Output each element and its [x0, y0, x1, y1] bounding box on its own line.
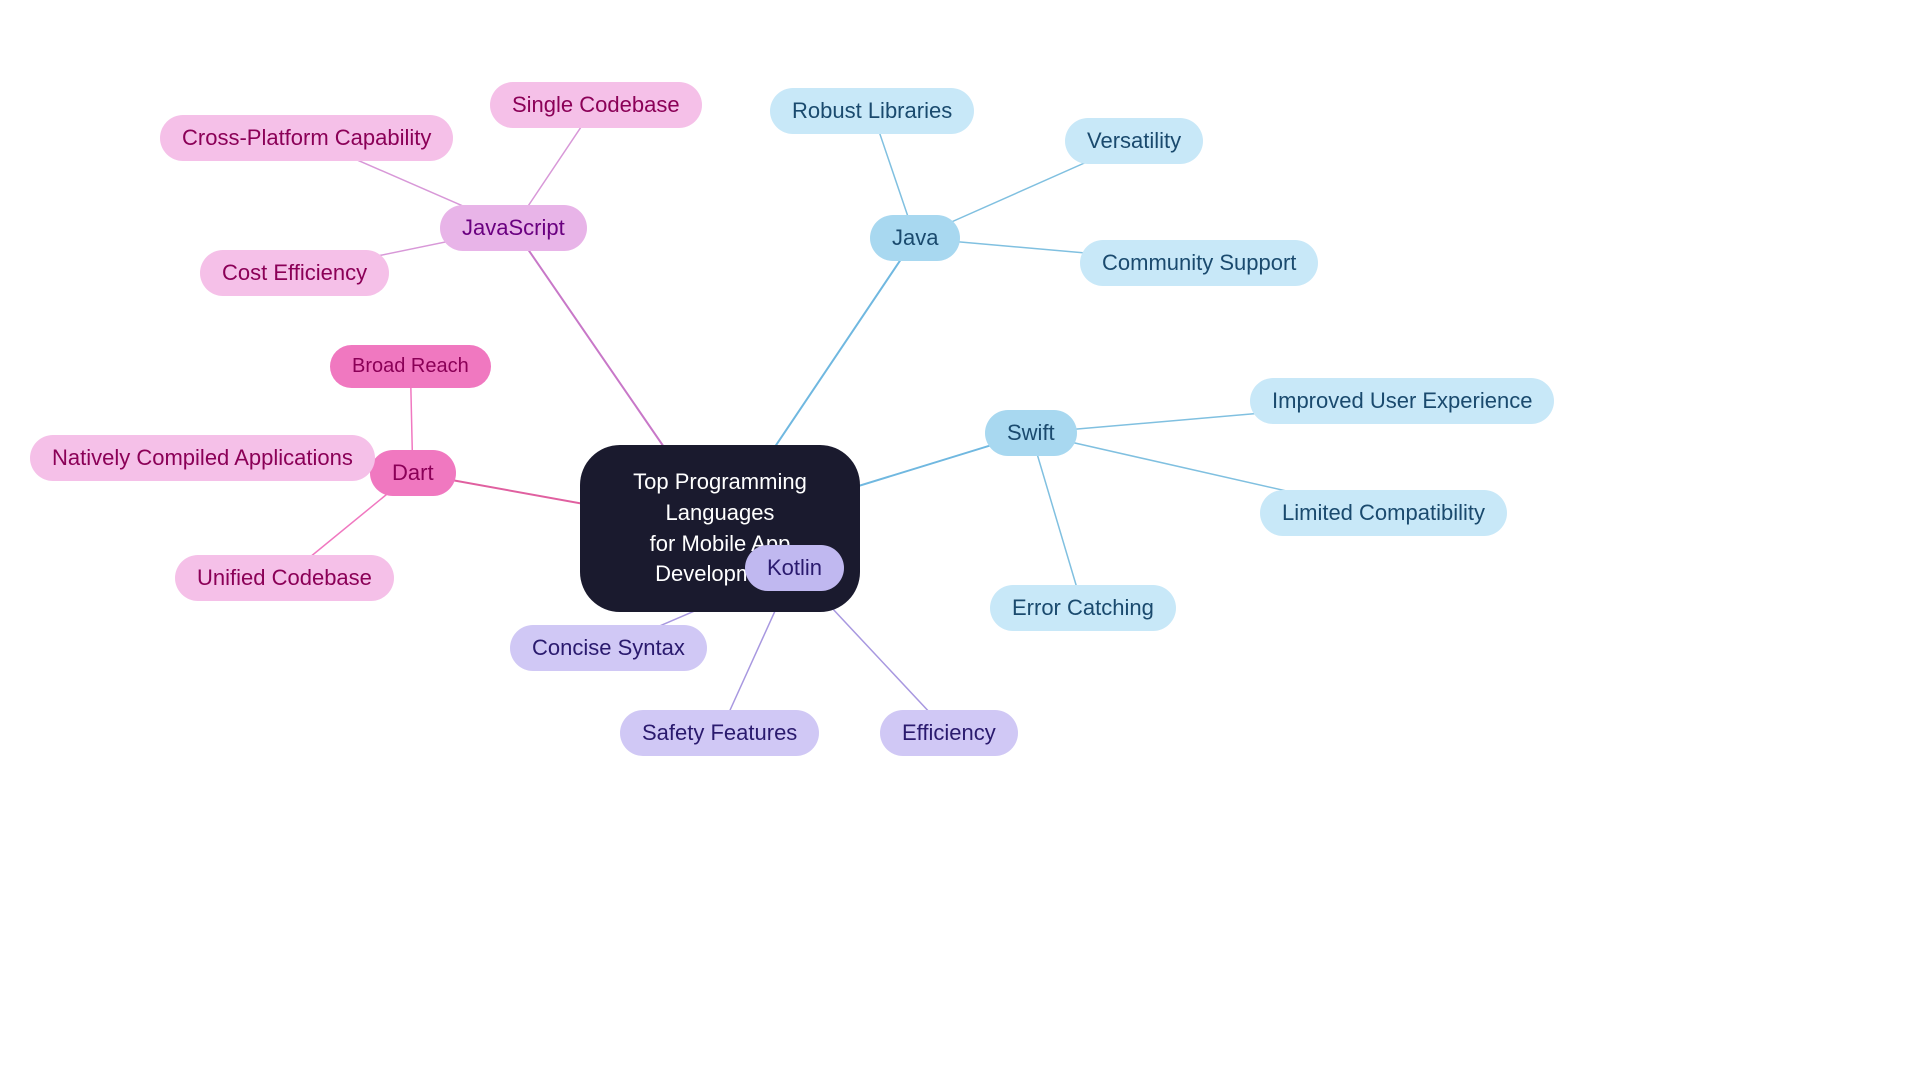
node-improved-ux: Improved User Experience [1250, 378, 1554, 424]
node-java: Java [870, 215, 960, 261]
node-broad-reach: Broad Reach [330, 345, 491, 388]
swift-label: Swift [1007, 420, 1055, 446]
node-dart: Dart [370, 450, 456, 496]
node-javascript: JavaScript [440, 205, 587, 251]
improved-ux-label: Improved User Experience [1272, 388, 1532, 414]
node-safety-features: Safety Features [620, 710, 819, 756]
node-cost-efficiency: Cost Efficiency [200, 250, 389, 296]
robust-libraries-label: Robust Libraries [792, 98, 952, 124]
node-error-catching: Error Catching [990, 585, 1176, 631]
javascript-label: JavaScript [462, 215, 565, 241]
node-limited-compatibility: Limited Compatibility [1260, 490, 1507, 536]
node-versatility: Versatility [1065, 118, 1203, 164]
safety-features-label: Safety Features [642, 720, 797, 746]
cost-efficiency-label: Cost Efficiency [222, 260, 367, 286]
efficiency-label: Efficiency [902, 720, 996, 746]
dart-label: Dart [392, 460, 434, 486]
node-community-support: Community Support [1080, 240, 1318, 286]
error-catching-label: Error Catching [1012, 595, 1154, 621]
broad-reach-label: Broad Reach [352, 355, 469, 378]
java-label: Java [892, 225, 938, 251]
node-swift: Swift [985, 410, 1077, 456]
natively-compiled-label: Natively Compiled Applications [52, 445, 353, 471]
versatility-label: Versatility [1087, 128, 1181, 154]
node-unified-codebase: Unified Codebase [175, 555, 394, 601]
kotlin-label: Kotlin [767, 555, 822, 581]
node-single-codebase: Single Codebase [490, 82, 702, 128]
node-robust-libraries: Robust Libraries [770, 88, 974, 134]
node-efficiency: Efficiency [880, 710, 1018, 756]
community-support-label: Community Support [1102, 250, 1296, 276]
node-kotlin: Kotlin [745, 545, 844, 591]
cross-platform-label: Cross-Platform Capability [182, 125, 431, 151]
node-concise-syntax: Concise Syntax [510, 625, 707, 671]
limited-compatibility-label: Limited Compatibility [1282, 500, 1485, 526]
node-cross-platform: Cross-Platform Capability [160, 115, 453, 161]
concise-syntax-label: Concise Syntax [532, 635, 685, 661]
single-codebase-label: Single Codebase [512, 92, 680, 118]
unified-codebase-label: Unified Codebase [197, 565, 372, 591]
node-natively-compiled: Natively Compiled Applications [30, 435, 375, 481]
